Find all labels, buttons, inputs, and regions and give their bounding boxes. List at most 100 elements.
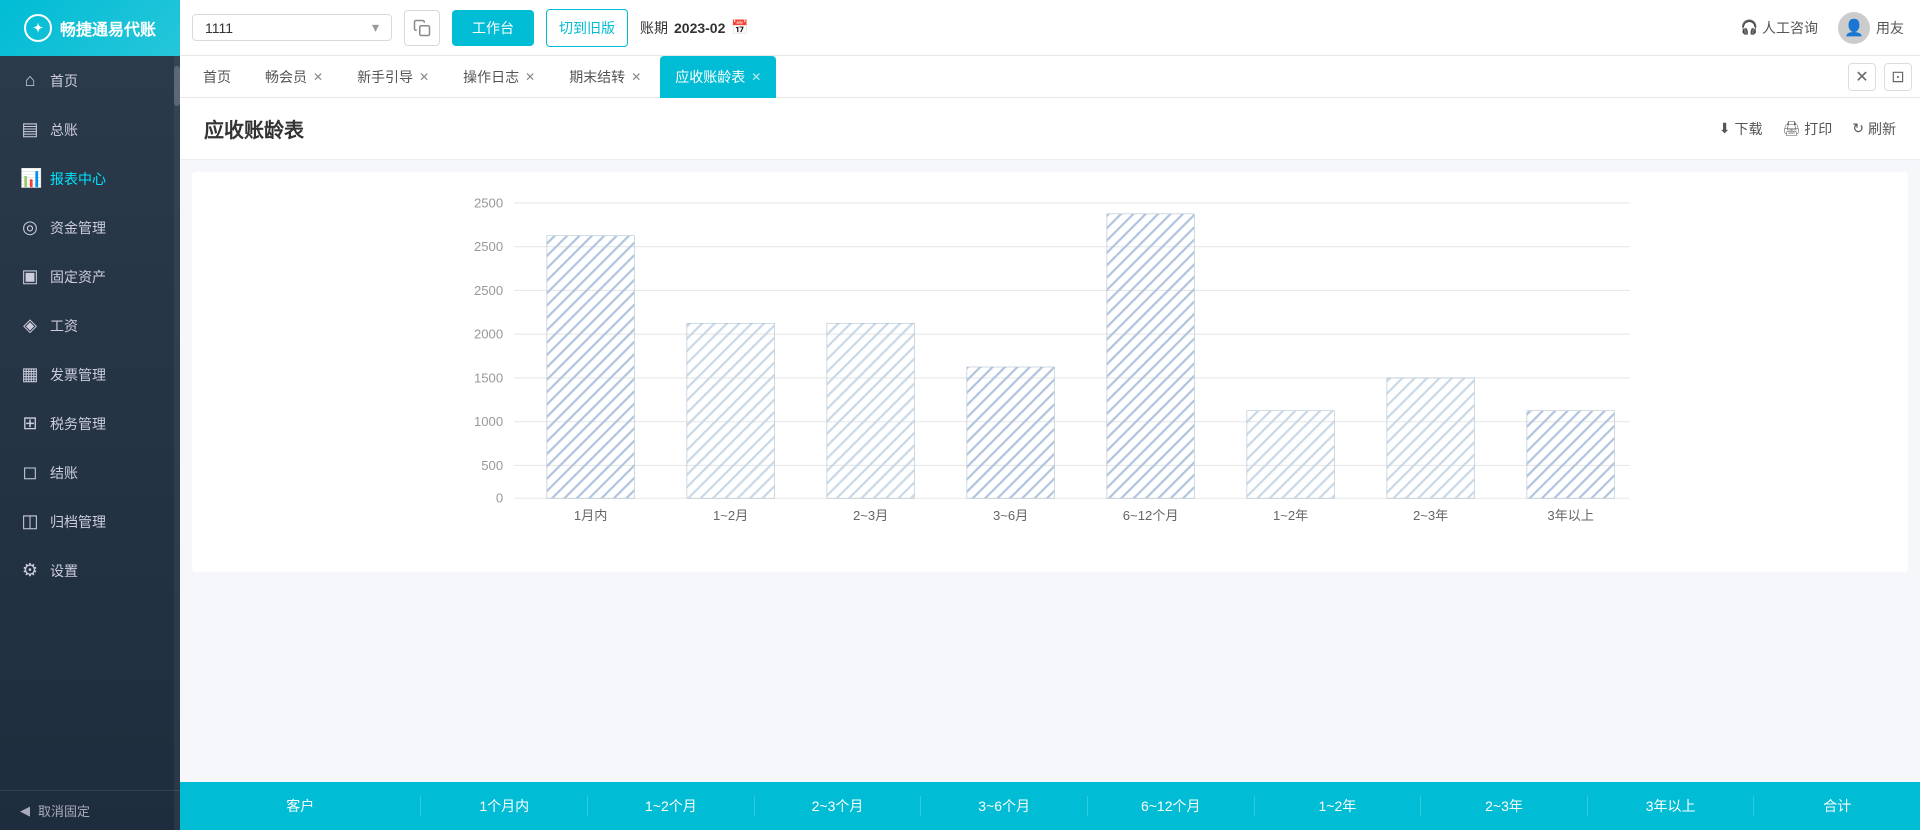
sidebar-item-general-ledger[interactable]: ▤ 总账	[0, 105, 180, 154]
tab-aging[interactable]: 应收账龄表 ✕	[660, 56, 776, 98]
footer-col-2-3m: 2~3个月	[755, 796, 922, 816]
chevron-down-icon: ▾	[372, 19, 379, 36]
refresh-button[interactable]: ↻ 刷新	[1852, 119, 1896, 139]
period-value: 2023-02	[674, 20, 725, 36]
sidebar-item-label: 资金管理	[50, 218, 106, 238]
sidebar-item-label: 税务管理	[50, 414, 106, 434]
headset-icon: 🎧	[1741, 19, 1758, 36]
tab-label: 首页	[203, 67, 231, 87]
main-layout: ⌂ 首页 ▤ 总账 📊 报表中心 ◎ 资金管理 ▣ 固定资产 ◈ 工资 ▦ 发票…	[0, 56, 1920, 830]
download-label: 下载	[1734, 119, 1762, 139]
consult-button[interactable]: 🎧 人工咨询	[1741, 18, 1818, 38]
maximize-tab-button[interactable]: ⊡	[1884, 63, 1912, 91]
footer-col-customer: 客户	[180, 796, 421, 816]
refresh-label: 刷新	[1868, 119, 1896, 139]
sidebar-item-tax[interactable]: ⊞ 税务管理	[0, 399, 180, 448]
tab-guide[interactable]: 新手引导 ✕	[342, 56, 444, 98]
reports-icon: 📊	[20, 168, 40, 189]
report-actions: ⬇ 下载 🖨 打印 ↻ 刷新	[1719, 119, 1896, 139]
print-label: 打印	[1804, 119, 1832, 139]
sidebar-item-invoices[interactable]: ▦ 发票管理	[0, 350, 180, 399]
archive-icon: ◫	[20, 511, 40, 532]
svg-text:1~2月: 1~2月	[713, 508, 748, 523]
tab-close-period-end[interactable]: ✕	[631, 70, 641, 84]
home-icon: ⌂	[20, 70, 40, 91]
company-selector[interactable]: 1111 ▾	[192, 14, 392, 41]
invoice-icon: ▦	[20, 364, 40, 385]
tab-label: 应收账龄表	[675, 67, 745, 87]
period-area: 账期 2023-02 📅	[640, 18, 749, 38]
tab-label: 期末结转	[569, 67, 625, 87]
svg-text:1~2年: 1~2年	[1273, 508, 1308, 523]
sidebar-item-label: 归档管理	[50, 512, 106, 532]
logo-text: 畅捷通易代账	[60, 16, 156, 40]
content-area: 首页 畅会员 ✕ 新手引导 ✕ 操作日志 ✕ 期末结转 ✕ 应收账龄表 ✕	[180, 56, 1920, 830]
tab-label: 新手引导	[357, 67, 413, 87]
svg-text:2000: 2000	[474, 327, 503, 342]
sidebar-item-label: 工资	[50, 316, 78, 336]
footer-col-6-12m: 6~12个月	[1088, 796, 1255, 816]
chart-svg: 2500 2500 2500 2000 1500 1000 500 0	[222, 192, 1878, 542]
cancel-pin-button[interactable]: ◀ 取消固定	[0, 790, 180, 830]
download-button[interactable]: ⬇ 下载	[1719, 119, 1763, 139]
sidebar-item-home[interactable]: ⌂ 首页	[0, 56, 180, 105]
tab-close-guide[interactable]: ✕	[419, 70, 429, 84]
footer-col-3-6m: 3~6个月	[921, 796, 1088, 816]
sidebar-item-reports[interactable]: 📊 报表中心	[0, 154, 180, 203]
sidebar-item-settings[interactable]: ⚙ 设置	[0, 546, 180, 595]
tab-close-member[interactable]: ✕	[313, 70, 323, 84]
footer-col-2-3y: 2~3年	[1421, 796, 1588, 816]
sidebar-scroll-track	[174, 56, 180, 830]
svg-text:1月内: 1月内	[574, 508, 608, 523]
footer-col-1-2y: 1~2年	[1255, 796, 1422, 816]
sidebar-item-accounting[interactable]: ◻ 结账	[0, 448, 180, 497]
sidebar-item-payroll[interactable]: ◈ 工资	[0, 301, 180, 350]
download-icon: ⬇	[1719, 120, 1731, 137]
tab-oplog[interactable]: 操作日志 ✕	[448, 56, 550, 98]
print-icon: 🖨	[1782, 120, 1800, 137]
sidebar-item-archive[interactable]: ◫ 归档管理	[0, 497, 180, 546]
tab-label: 畅会员	[265, 67, 307, 87]
header-right: 🎧 人工咨询 👤 用友	[1741, 12, 1904, 44]
calendar-icon[interactable]: 📅	[731, 19, 748, 36]
tab-period-end[interactable]: 期末结转 ✕	[554, 56, 656, 98]
tabs-actions: ✕ ⊡	[1848, 63, 1912, 91]
svg-text:1000: 1000	[474, 414, 503, 429]
tab-member[interactable]: 畅会员 ✕	[250, 56, 338, 98]
sidebar-scroll-thumb	[174, 66, 180, 106]
sidebar-item-fixed-assets[interactable]: ▣ 固定资产	[0, 252, 180, 301]
cancel-pin-label: 取消固定	[38, 801, 90, 820]
copy-button[interactable]	[404, 10, 440, 46]
company-name: 1111	[205, 20, 364, 36]
funds-icon: ◎	[20, 217, 40, 238]
tab-close-oplog[interactable]: ✕	[525, 70, 535, 84]
sidebar-item-label: 固定资产	[50, 267, 106, 287]
avatar: 👤	[1838, 12, 1870, 44]
top-header: ✦ 畅捷通易代账 1111 ▾ 工作台 切到旧版 账期 2023-02 📅 🎧 …	[0, 0, 1920, 56]
switch-version-button[interactable]: 切到旧版	[546, 9, 628, 47]
close-tab-button[interactable]: ✕	[1848, 63, 1876, 91]
tab-close-aging[interactable]: ✕	[751, 70, 761, 84]
sidebar-item-label: 结账	[50, 463, 78, 483]
sidebar-item-funds[interactable]: ◎ 资金管理	[0, 203, 180, 252]
period-label: 账期	[640, 18, 668, 38]
tab-home[interactable]: 首页	[188, 56, 246, 98]
svg-text:6~12个月: 6~12个月	[1123, 508, 1179, 523]
print-button[interactable]: 🖨 打印	[1782, 119, 1832, 139]
user-name: 用友	[1876, 18, 1904, 38]
svg-text:3~6月: 3~6月	[993, 508, 1028, 523]
footer-col-3y-plus: 3年以上	[1588, 796, 1755, 816]
svg-text:1500: 1500	[474, 370, 503, 385]
user-menu[interactable]: 👤 用友	[1838, 12, 1904, 44]
svg-text:2500: 2500	[474, 283, 503, 298]
svg-text:3年以上: 3年以上	[1547, 508, 1594, 523]
footer-col-1-2m: 1~2个月	[588, 796, 755, 816]
svg-text:2~3年: 2~3年	[1413, 508, 1448, 523]
svg-text:500: 500	[481, 458, 503, 473]
accounting-icon: ◻	[20, 462, 40, 483]
consult-label: 人工咨询	[1762, 18, 1818, 38]
chart-container: 2500 2500 2500 2000 1500 1000 500 0	[222, 192, 1878, 542]
workbench-button[interactable]: 工作台	[452, 10, 534, 46]
tax-icon: ⊞	[20, 413, 40, 434]
sidebar-item-label: 设置	[50, 561, 78, 581]
